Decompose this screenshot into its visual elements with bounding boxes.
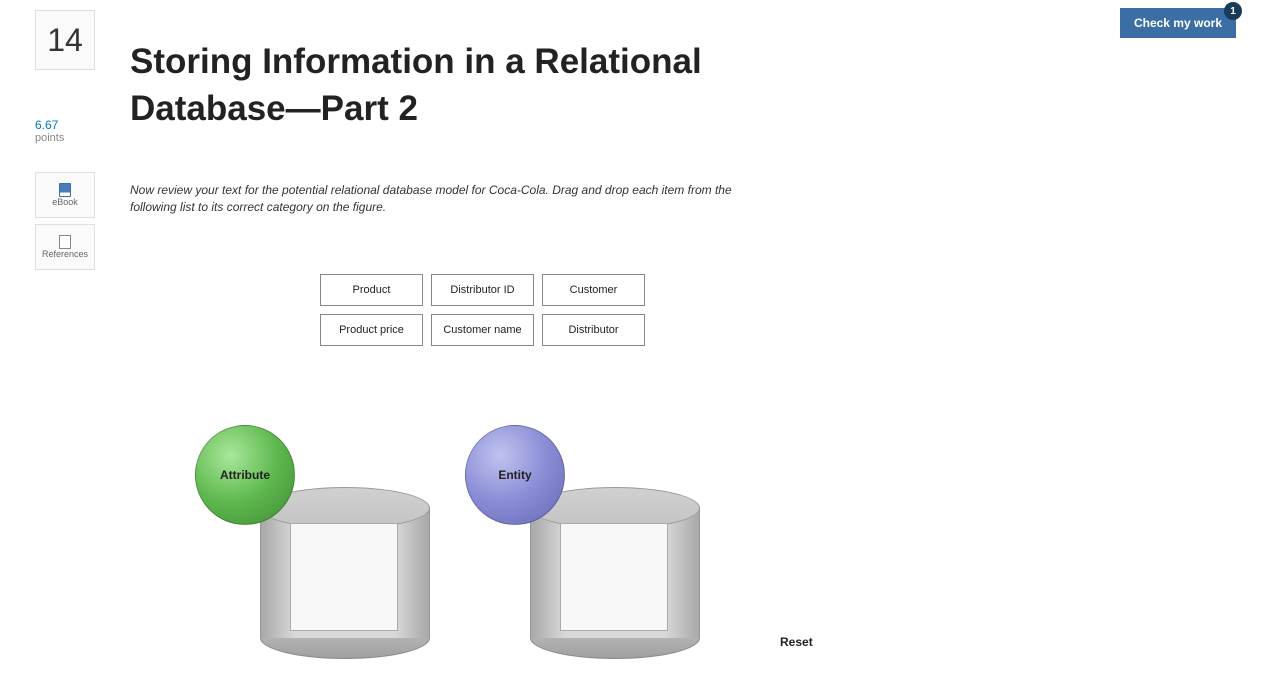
points-label: points: [35, 132, 64, 144]
references-button[interactable]: References: [35, 224, 95, 270]
book-icon: [59, 183, 71, 197]
attribute-bucket-group: Attribute: [195, 425, 475, 675]
points-block: 6.67 points: [35, 118, 64, 144]
drag-item-distributor[interactable]: Distributor: [542, 314, 645, 346]
instructions-text: Now review your text for the potential r…: [130, 182, 740, 216]
drag-item-customer[interactable]: Customer: [542, 274, 645, 306]
attribute-label: Attribute: [220, 468, 270, 482]
entity-bucket-group: Entity: [465, 425, 745, 675]
drag-item-product-price[interactable]: Product price: [320, 314, 423, 346]
notification-badge: 1: [1224, 2, 1242, 20]
entity-label: Entity: [498, 468, 531, 482]
ebook-label: eBook: [52, 197, 78, 207]
bucket-area: Attribute Entity: [195, 425, 895, 665]
drag-item-product[interactable]: Product: [320, 274, 423, 306]
ebook-button[interactable]: eBook: [35, 172, 95, 218]
question-number: 14: [35, 10, 95, 70]
page-title: Storing Information in a Relational Data…: [130, 38, 830, 133]
points-value: 6.67: [35, 118, 64, 132]
attribute-cylinder: [260, 487, 430, 647]
entity-drop-zone[interactable]: [560, 523, 668, 631]
entity-cylinder: [530, 487, 700, 647]
check-my-work-button[interactable]: Check my work: [1120, 8, 1236, 38]
reset-button[interactable]: Reset: [780, 635, 813, 649]
attribute-drop-zone[interactable]: [290, 523, 398, 631]
entity-sphere: Entity: [465, 425, 565, 525]
references-label: References: [42, 249, 88, 259]
copy-icon: [59, 235, 71, 249]
drag-item-distributor-id[interactable]: Distributor ID: [431, 274, 534, 306]
attribute-sphere: Attribute: [195, 425, 295, 525]
drag-item-customer-name[interactable]: Customer name: [431, 314, 534, 346]
drag-items-container: Product Distributor ID Customer Product …: [320, 274, 645, 346]
